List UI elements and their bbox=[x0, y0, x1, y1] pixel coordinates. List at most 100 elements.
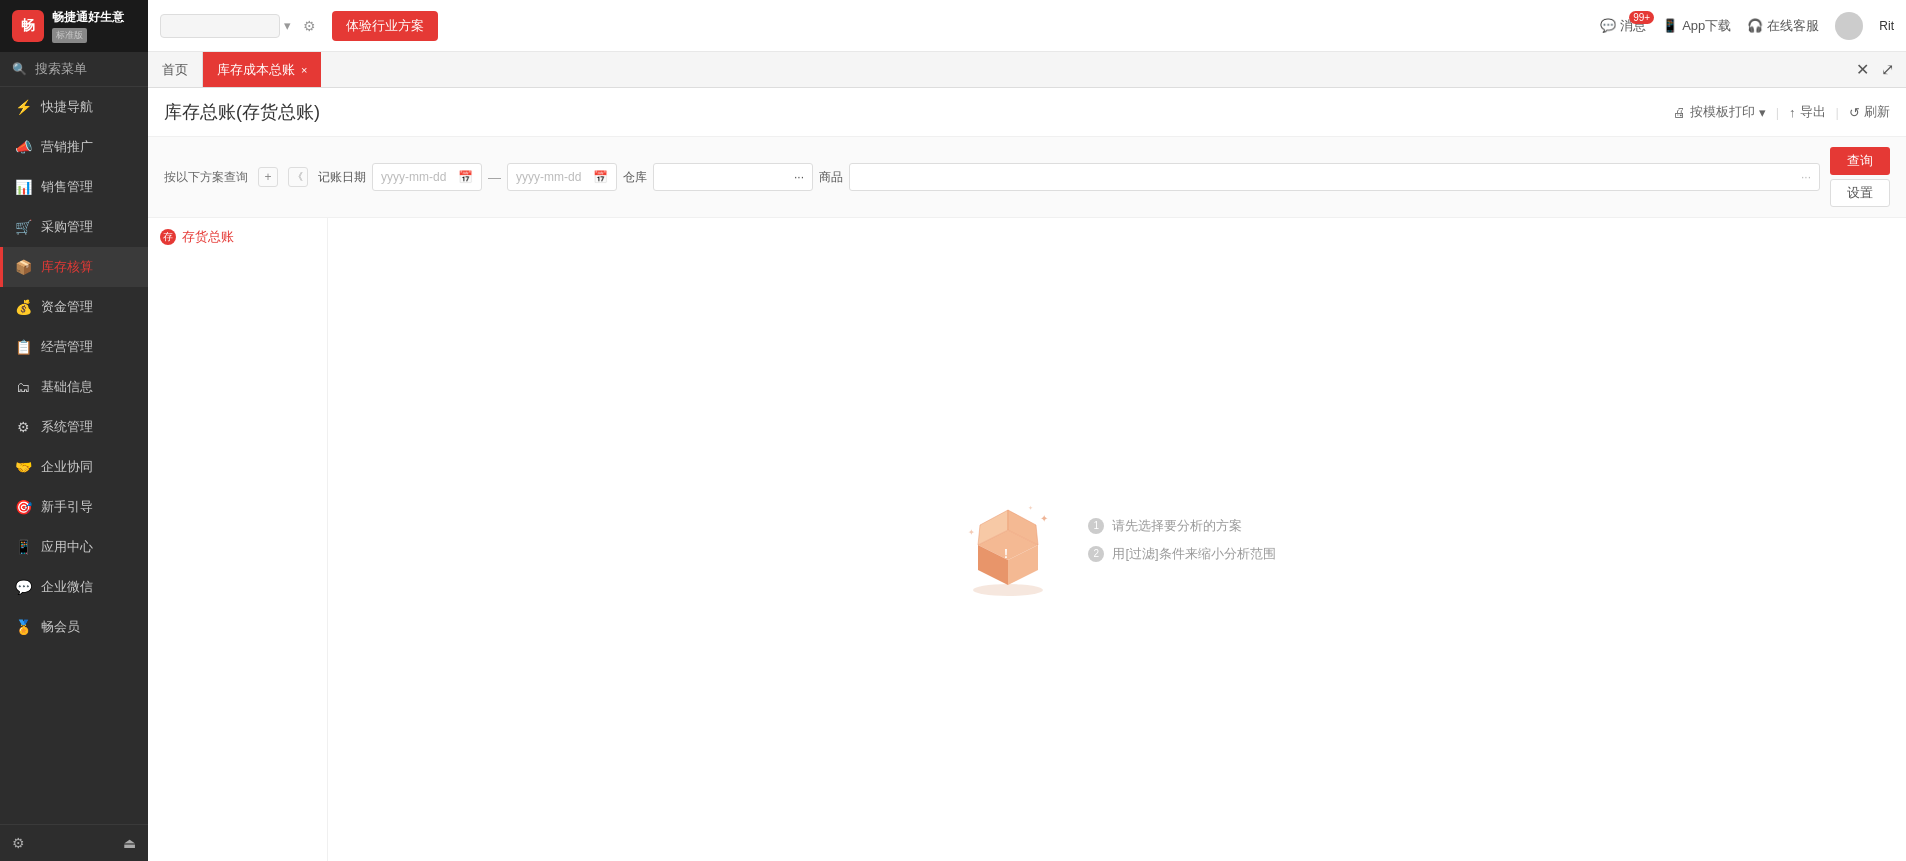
page-title: 库存总账(存货总账) bbox=[164, 100, 320, 124]
settings-button[interactable]: 设置 bbox=[1830, 179, 1890, 207]
topbar-left: ▾ ⚙ 体验行业方案 bbox=[160, 11, 1600, 41]
sidebar-item-sales[interactable]: 📊 销售管理 bbox=[0, 167, 148, 207]
cooperation-icon: 🤝 bbox=[15, 459, 31, 475]
sidebar: 畅 畅捷通好生意 标准版 🔍 搜索菜单 ⚡ 快捷导航 📣 营销推广 📊 销售管理… bbox=[0, 0, 148, 861]
system-icon: ⚙ bbox=[15, 419, 31, 435]
sidebar-item-guide[interactable]: 🎯 新手引导 bbox=[0, 487, 148, 527]
scheme-panel: 存 存货总账 bbox=[148, 218, 328, 861]
sidebar-item-marketing[interactable]: 📣 营销推广 bbox=[0, 127, 148, 167]
query-button[interactable]: 查询 bbox=[1830, 147, 1890, 175]
export-action[interactable]: ↑ 导出 bbox=[1789, 103, 1826, 121]
sidebar-item-cooperation[interactable]: 🤝 企业协同 bbox=[0, 447, 148, 487]
trial-button[interactable]: 体验行业方案 bbox=[332, 11, 438, 41]
window-expand-icon[interactable]: ⤢ bbox=[1877, 58, 1898, 81]
page-header: 库存总账(存货总账) 🖨 按模板打印 ▾ | ↑ 导出 | ↺ 刷新 bbox=[148, 88, 1906, 137]
warehouse-select[interactable]: ··· bbox=[653, 163, 813, 191]
empty-tip-1: 1 请先选择要分析的方案 bbox=[1088, 517, 1275, 535]
date-field-label: 记账日期 bbox=[318, 169, 366, 186]
filter-actions: 查询 设置 bbox=[1830, 147, 1890, 207]
logo-icon: 畅 bbox=[12, 10, 44, 42]
collapse-footer-icon[interactable]: ⏏ bbox=[123, 835, 136, 851]
tabbar: 首页 库存成本总账 × ✕ ⤢ bbox=[148, 52, 1906, 88]
window-close-icon[interactable]: ✕ bbox=[1852, 58, 1873, 81]
sidebar-item-finance[interactable]: 💰 资金管理 bbox=[0, 287, 148, 327]
refresh-action[interactable]: ↺ 刷新 bbox=[1849, 103, 1890, 121]
gear-icon[interactable]: ⚙ bbox=[303, 18, 316, 34]
filter-close-button[interactable]: 《 bbox=[288, 167, 308, 187]
sidebar-item-member[interactable]: 🏅 畅会员 bbox=[0, 607, 148, 647]
empty-content: ! ✦ ✦ ✦ 1 请先选择要分析的方案 2 bbox=[958, 490, 1275, 590]
logo-text: 畅捷通好生意 标准版 bbox=[52, 9, 124, 42]
svg-text:!: ! bbox=[1004, 547, 1008, 561]
scheme-item-inventory-ledger[interactable]: 存 存货总账 bbox=[148, 218, 327, 256]
purchase-icon: 🛒 bbox=[15, 219, 31, 235]
tab-close-icon[interactable]: × bbox=[301, 64, 307, 76]
headset-icon: 🎧 bbox=[1747, 18, 1763, 33]
goods-input[interactable]: ··· bbox=[849, 163, 1820, 191]
breadcrumb-input[interactable] bbox=[160, 14, 280, 38]
tab-inventory-ledger[interactable]: 库存成本总账 × bbox=[203, 52, 321, 87]
page-content: 库存总账(存货总账) 🖨 按模板打印 ▾ | ↑ 导出 | ↺ 刷新 bbox=[148, 88, 1906, 861]
tip-num-2: 2 bbox=[1088, 546, 1104, 562]
sidebar-item-apps[interactable]: 📱 应用中心 bbox=[0, 527, 148, 567]
content-area: 存 存货总账 bbox=[148, 218, 1906, 861]
tab-home[interactable]: 首页 bbox=[148, 52, 203, 87]
date-separator: — bbox=[488, 170, 501, 185]
phone-icon: 📱 bbox=[1662, 18, 1678, 33]
svg-text:✦: ✦ bbox=[968, 528, 975, 537]
printer-icon: 🖨 bbox=[1673, 105, 1686, 120]
sidebar-item-purchase[interactable]: 🛒 采购管理 bbox=[0, 207, 148, 247]
main-content: ▾ ⚙ 体验行业方案 💬 消息 99+ 📱 App下载 🎧 在线客服 Rit bbox=[148, 0, 1906, 861]
search-icon: 🔍 bbox=[12, 62, 27, 76]
tab-actions: ✕ ⤢ bbox=[1852, 58, 1906, 81]
refresh-icon: ↺ bbox=[1849, 105, 1860, 120]
empty-illustration: ! ✦ ✦ ✦ bbox=[958, 490, 1058, 590]
sidebar-item-quick-nav[interactable]: ⚡ 快捷导航 bbox=[0, 87, 148, 127]
sidebar-item-inventory[interactable]: 📦 库存核算 bbox=[0, 247, 148, 287]
svg-point-0 bbox=[973, 584, 1043, 596]
wechat-icon: 💬 bbox=[15, 579, 31, 595]
empty-tips: 1 请先选择要分析的方案 2 用[过滤]条件来缩小分析范围 bbox=[1088, 517, 1275, 563]
operation-icon: 📋 bbox=[15, 339, 31, 355]
message-icon: 💬 bbox=[1600, 18, 1616, 33]
topbar: ▾ ⚙ 体验行业方案 💬 消息 99+ 📱 App下载 🎧 在线客服 Rit bbox=[148, 0, 1906, 52]
svg-text:✦: ✦ bbox=[1028, 505, 1033, 511]
filter-scheme-label: 按以下方案查询 bbox=[164, 169, 248, 186]
app-download-button[interactable]: 📱 App下载 bbox=[1662, 17, 1731, 35]
print-chevron-icon[interactable]: ▾ bbox=[1759, 105, 1766, 120]
settings-footer-icon[interactable]: ⚙ bbox=[12, 835, 25, 851]
empty-state: ! ✦ ✦ ✦ 1 请先选择要分析的方案 2 bbox=[328, 218, 1906, 861]
quick-nav-icon: ⚡ bbox=[15, 99, 31, 115]
sidebar-search[interactable]: 🔍 搜索菜单 bbox=[0, 52, 148, 87]
date-start-input[interactable]: yyyy-mm-dd 📅 bbox=[372, 163, 482, 191]
sidebar-item-wechat[interactable]: 💬 企业微信 bbox=[0, 567, 148, 607]
app-logo: 畅 畅捷通好生意 标准版 bbox=[0, 0, 148, 52]
sidebar-item-system[interactable]: ⚙ 系统管理 bbox=[0, 407, 148, 447]
user-avatar[interactable] bbox=[1835, 12, 1863, 40]
filter-add-button[interactable]: + bbox=[258, 167, 278, 187]
sidebar-nav: ⚡ 快捷导航 📣 营销推广 📊 销售管理 🛒 采购管理 📦 库存核算 💰 资金管… bbox=[0, 87, 148, 824]
marketing-icon: 📣 bbox=[15, 139, 31, 155]
page-header-actions: 🖨 按模板打印 ▾ | ↑ 导出 | ↺ 刷新 bbox=[1673, 103, 1890, 121]
chevron-down-icon[interactable]: ▾ bbox=[284, 18, 291, 33]
warehouse-field-label: 仓库 bbox=[623, 169, 647, 186]
svg-text:✦: ✦ bbox=[1040, 513, 1048, 524]
sidebar-item-basics[interactable]: 🗂 基础信息 bbox=[0, 367, 148, 407]
date-end-input[interactable]: yyyy-mm-dd 📅 bbox=[507, 163, 617, 191]
basics-icon: 🗂 bbox=[15, 379, 31, 395]
finance-icon: 💰 bbox=[15, 299, 31, 315]
member-icon: 🏅 bbox=[15, 619, 31, 635]
warehouse-more-icon[interactable]: ··· bbox=[794, 170, 804, 184]
apps-icon: 📱 bbox=[15, 539, 31, 555]
print-action[interactable]: 🖨 按模板打印 ▾ bbox=[1673, 103, 1766, 121]
online-service-button[interactable]: 🎧 在线客服 bbox=[1747, 17, 1819, 35]
guide-icon: 🎯 bbox=[15, 499, 31, 515]
sidebar-item-operation[interactable]: 📋 经营管理 bbox=[0, 327, 148, 367]
message-button[interactable]: 💬 消息 99+ bbox=[1600, 17, 1646, 35]
goods-more-icon[interactable]: ··· bbox=[1801, 170, 1811, 184]
calendar-end-icon[interactable]: 📅 bbox=[593, 170, 608, 184]
calendar-start-icon[interactable]: 📅 bbox=[458, 170, 473, 184]
scheme-icon: 存 bbox=[160, 229, 176, 245]
inventory-icon: 📦 bbox=[15, 259, 31, 275]
sidebar-footer: ⚙ ⏏ bbox=[0, 824, 148, 861]
